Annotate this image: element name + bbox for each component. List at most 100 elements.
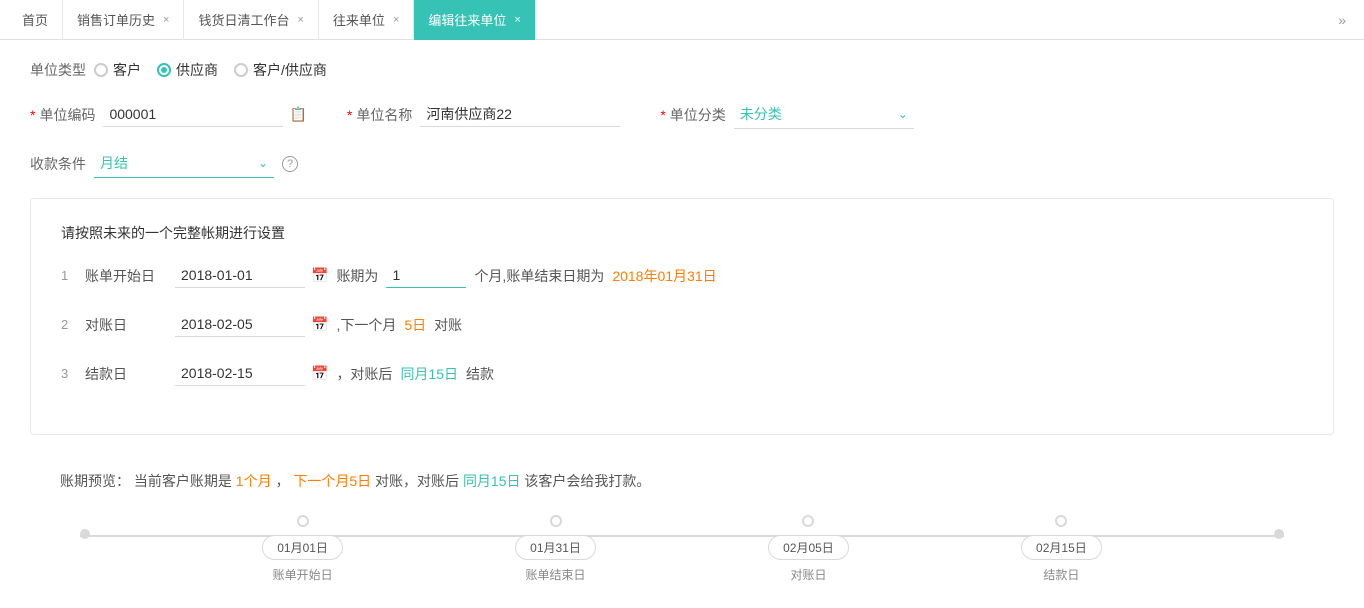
timeline: 01月01日 账单开始日 01月31日 账单结束日 02月05日 对账日 xyxy=(60,515,1304,583)
unit-code-input[interactable] xyxy=(103,102,283,127)
tab-cash-clearing[interactable]: 钱货日清工作台 × xyxy=(184,0,318,40)
calendar-icon-3[interactable]: 📅 xyxy=(311,365,328,382)
period-input[interactable] xyxy=(386,263,466,288)
preview-text-mid2: 对账，对账后 xyxy=(375,473,459,489)
unit-name-input[interactable] xyxy=(420,102,620,127)
unit-name-label: 单位名称 xyxy=(356,105,412,125)
timeline-badge-3: 02月05日 xyxy=(768,535,849,560)
unit-code-label: 单位编码 xyxy=(39,105,95,125)
timeline-dot-4 xyxy=(1055,515,1067,527)
period-suffix: 个月,账单结束日期为 xyxy=(474,266,604,286)
tab-edit-partner-label: 编辑往来单位 xyxy=(428,10,506,29)
payment-terms-label: 收款条件 xyxy=(30,154,86,174)
payment-terms-row: 收款条件 月结 ⌄ ? xyxy=(30,149,1334,178)
preview-text-end: 该客户会给我打款。 xyxy=(524,473,650,489)
highlight-2: 5日 xyxy=(404,315,426,335)
help-icon[interactable]: ? xyxy=(282,156,298,172)
tab-sales-order[interactable]: 销售订单历史 × xyxy=(63,0,184,40)
unit-category-label: 单位分类 xyxy=(670,105,726,125)
timeline-point-4: 02月15日 结款日 xyxy=(1021,515,1102,583)
calendar-icon-1[interactable]: 📅 xyxy=(311,267,328,284)
period-prefix: 账期为 xyxy=(336,266,378,286)
period-end-date: 2018年01月31日 xyxy=(612,266,716,286)
tab-edit-partner[interactable]: 编辑往来单位 × xyxy=(414,0,535,40)
required-star-category: * xyxy=(660,107,665,123)
chevron-down-icon: ⌄ xyxy=(258,156,268,170)
timeline-desc-1: 账单开始日 xyxy=(273,566,333,583)
timeline-badge-4: 02月15日 xyxy=(1021,535,1102,560)
row-label-1: 账单开始日 xyxy=(85,266,155,286)
tab-home[interactable]: 首页 xyxy=(8,0,63,40)
radio-customer-label: 客户 xyxy=(113,60,141,80)
preview-highlight1: 1个月 xyxy=(236,473,272,489)
unit-category-value: 未分类 xyxy=(740,104,898,124)
radio-group-unit-type: 客户 供应商 客户/供应商 xyxy=(94,60,327,80)
timeline-badge-2: 01月31日 xyxy=(515,535,596,560)
radio-circle-both xyxy=(234,63,248,77)
preview-text: 账期预览： 当前客户账期是 1个月 ， 下一个月5日 对账，对账后 同月15日 … xyxy=(60,471,1304,491)
timeline-desc-4: 结款日 xyxy=(1043,566,1079,583)
unit-type-label: 单位类型 xyxy=(30,60,86,80)
settings-title: 请按照未来的一个完整帐期进行设置 xyxy=(61,223,1303,243)
date-input-2[interactable] xyxy=(175,312,305,337)
timeline-dot-3 xyxy=(802,515,814,527)
suffix-before-2: ,下一个月 xyxy=(336,315,396,335)
row-num-1: 1 xyxy=(61,268,85,283)
timeline-end xyxy=(1274,515,1284,539)
unit-code-group: * 单位编码 📋 xyxy=(30,102,307,127)
unit-category-select[interactable]: 未分类 ⌄ xyxy=(734,100,914,129)
preview-section: 账期预览： 当前客户账期是 1个月 ， 下一个月5日 对账，对账后 同月15日 … xyxy=(30,455,1334,583)
highlight-3: 同月15日 xyxy=(400,364,458,384)
settings-box: 请按照未来的一个完整帐期进行设置 1 账单开始日 📅 账期为 个月,账单结束日期… xyxy=(30,198,1334,435)
radio-both[interactable]: 客户/供应商 xyxy=(234,60,327,80)
required-star-name: * xyxy=(347,107,352,123)
timeline-point-3: 02月05日 对账日 xyxy=(768,515,849,583)
tab-home-label: 首页 xyxy=(22,10,48,29)
suffix-before-3: ，对账后 xyxy=(336,364,392,384)
preview-label: 账期预览： xyxy=(60,473,130,489)
close-icon[interactable]: × xyxy=(514,14,520,26)
row-num-2: 2 xyxy=(61,317,85,332)
setting-row-2: 2 对账日 📅 ,下一个月 5日 对账 xyxy=(61,312,1303,337)
payment-terms-select[interactable]: 月结 ⌄ xyxy=(94,149,274,178)
radio-customer[interactable]: 客户 xyxy=(94,60,141,80)
row-num-3: 3 xyxy=(61,366,85,381)
timeline-desc-2: 账单结束日 xyxy=(526,566,586,583)
date-input-1[interactable] xyxy=(175,263,305,288)
setting-row-3: 3 结款日 📅 ，对账后 同月15日 结款 xyxy=(61,361,1303,386)
close-icon[interactable]: × xyxy=(297,14,303,26)
timeline-dot-2 xyxy=(550,515,562,527)
unit-details-row: * 单位编码 📋 * 单位名称 * 单位分类 未分类 ⌄ xyxy=(30,100,1334,129)
timeline-start xyxy=(80,515,90,539)
timeline-point-2: 01月31日 账单结束日 xyxy=(515,515,596,583)
preview-text-mid1: ， xyxy=(275,473,289,489)
row-label-2: 对账日 xyxy=(85,315,155,335)
suffix-after-3: 结款 xyxy=(466,364,494,384)
close-icon[interactable]: × xyxy=(163,14,169,26)
timeline-point-1: 01月01日 账单开始日 xyxy=(262,515,343,583)
tab-partner-label: 往来单位 xyxy=(333,10,385,29)
tab-bar: 首页 销售订单历史 × 钱货日清工作台 × 往来单位 × 编辑往来单位 × » xyxy=(0,0,1364,40)
copy-icon[interactable]: 📋 xyxy=(289,106,306,123)
timeline-start-dot xyxy=(80,529,90,539)
tab-partner[interactable]: 往来单位 × xyxy=(319,0,414,40)
preview-text-before: 当前客户账期是 xyxy=(134,473,232,489)
calendar-icon-2[interactable]: 📅 xyxy=(311,316,328,333)
tab-more[interactable]: » xyxy=(1328,12,1356,28)
payment-terms-value: 月结 xyxy=(100,153,258,173)
timeline-end-dot xyxy=(1274,529,1284,539)
close-icon[interactable]: × xyxy=(393,14,399,26)
preview-highlight3: 同月15日 xyxy=(463,473,521,489)
preview-highlight2: 下一个月5日 xyxy=(293,473,371,489)
unit-category-group: * 单位分类 未分类 ⌄ xyxy=(660,100,913,129)
timeline-points: 01月01日 账单开始日 01月31日 账单结束日 02月05日 对账日 xyxy=(80,515,1284,583)
required-star-code: * xyxy=(30,107,35,123)
date-input-3[interactable] xyxy=(175,361,305,386)
radio-circle-customer xyxy=(94,63,108,77)
radio-supplier-label: 供应商 xyxy=(176,60,218,80)
setting-row-1: 1 账单开始日 📅 账期为 个月,账单结束日期为 2018年01月31日 xyxy=(61,263,1303,288)
radio-supplier[interactable]: 供应商 xyxy=(157,60,218,80)
timeline-desc-3: 对账日 xyxy=(790,566,826,583)
unit-name-group: * 单位名称 xyxy=(347,102,620,127)
unit-type-row: 单位类型 客户 供应商 客户/供应商 xyxy=(30,60,1334,80)
